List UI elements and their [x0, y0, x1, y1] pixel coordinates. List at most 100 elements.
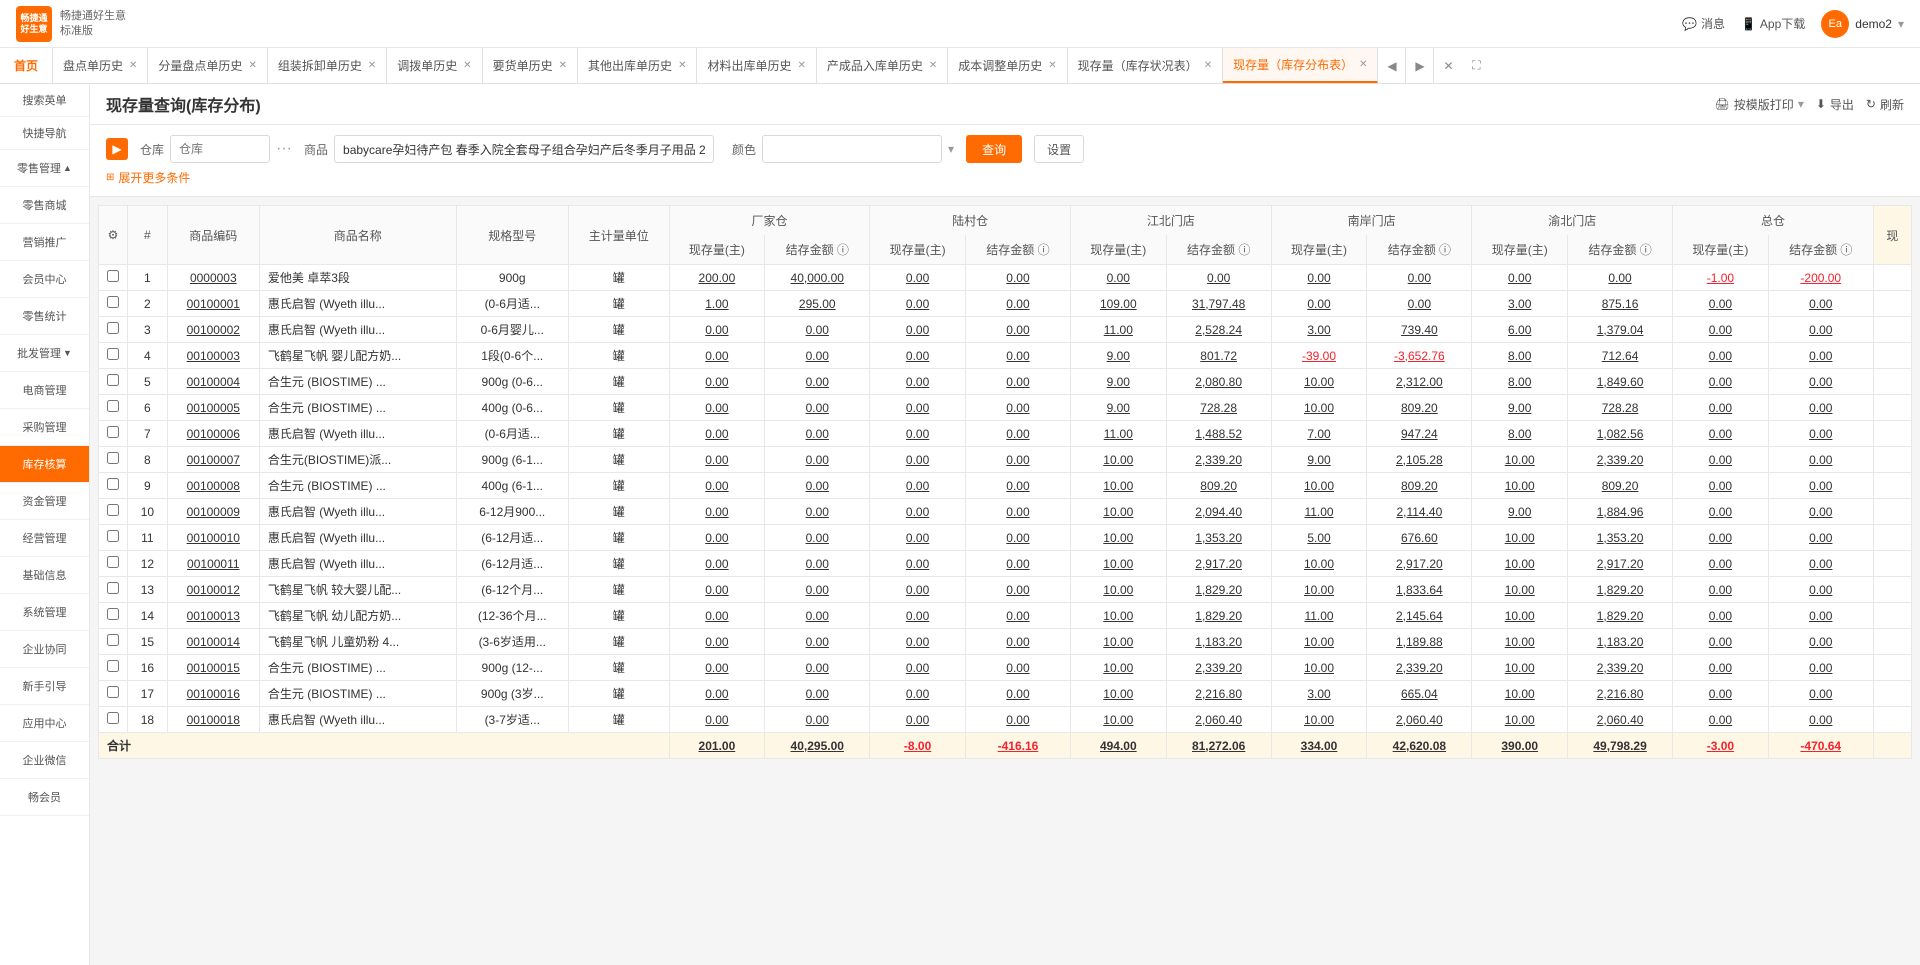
row-checkbox[interactable] [99, 525, 128, 551]
row-lc-qty[interactable]: 0.00 [870, 603, 966, 629]
row-checkbox[interactable] [99, 265, 128, 291]
row-code[interactable]: 00100012 [167, 577, 259, 603]
row-lc-qty[interactable]: 0.00 [870, 395, 966, 421]
row-checkbox[interactable] [99, 291, 128, 317]
row-checkbox[interactable] [99, 369, 128, 395]
footer-lc-qty[interactable]: -8.00 [870, 733, 966, 759]
row-jb-qty[interactable]: 10.00 [1071, 629, 1167, 655]
row-checkbox[interactable] [99, 421, 128, 447]
footer-jb-qty[interactable]: 494.00 [1071, 733, 1167, 759]
row-jb-qty[interactable]: 9.00 [1071, 343, 1167, 369]
row-yb-amt[interactable]: 2,216.80 [1567, 681, 1672, 707]
sidebar-item-quick-nav[interactable]: 快捷导航 [0, 117, 89, 150]
row-zc-amt[interactable]: 0.00 [1768, 421, 1873, 447]
row-code[interactable]: 00100006 [167, 421, 259, 447]
row-cj-qty[interactable]: 0.00 [669, 681, 765, 707]
tab-next-btn[interactable]: ▶ [1406, 48, 1434, 83]
row-na-amt[interactable]: 676.60 [1367, 525, 1472, 551]
tab-close-all-btn[interactable]: ✕ [1434, 48, 1462, 83]
color-dropdown-icon[interactable]: ▾ [948, 142, 954, 156]
tab-stock-status[interactable]: 现存量（库存状况表） ✕ [1068, 48, 1223, 83]
row-checkbox[interactable] [99, 499, 128, 525]
row-zc-amt[interactable]: 0.00 [1768, 629, 1873, 655]
row-jb-qty[interactable]: 10.00 [1071, 707, 1167, 733]
row-lc-amt[interactable]: 0.00 [965, 447, 1070, 473]
row-lc-qty[interactable]: 0.00 [870, 343, 966, 369]
row-yb-qty[interactable]: 10.00 [1472, 681, 1568, 707]
row-yb-qty[interactable]: 10.00 [1472, 525, 1568, 551]
row-yb-amt[interactable]: 728.28 [1567, 395, 1672, 421]
row-jb-amt[interactable]: 1,353.20 [1166, 525, 1271, 551]
sidebar-item-ecommerce[interactable]: 电商管理 [0, 372, 89, 409]
row-cj-qty[interactable]: 0.00 [669, 525, 765, 551]
message-btn[interactable]: 💬 消息 [1682, 15, 1725, 32]
row-lc-amt[interactable]: 0.00 [965, 291, 1070, 317]
row-lc-qty[interactable]: 0.00 [870, 291, 966, 317]
sidebar-item-inventory[interactable]: 库存核算 [0, 446, 89, 483]
row-na-amt[interactable]: 2,312.00 [1367, 369, 1472, 395]
row-lc-amt[interactable]: 0.00 [965, 317, 1070, 343]
row-yb-qty[interactable]: 10.00 [1472, 629, 1568, 655]
row-jb-qty[interactable]: 10.00 [1071, 603, 1167, 629]
row-yb-amt[interactable]: 1,183.20 [1567, 629, 1672, 655]
row-zc-amt[interactable]: 0.00 [1768, 291, 1873, 317]
row-na-qty[interactable]: 10.00 [1271, 395, 1367, 421]
row-na-qty[interactable]: 10.00 [1271, 369, 1367, 395]
footer-na-qty[interactable]: 334.00 [1271, 733, 1367, 759]
row-na-qty[interactable]: 10.00 [1271, 473, 1367, 499]
row-lc-qty[interactable]: 0.00 [870, 525, 966, 551]
row-zc-amt[interactable]: 0.00 [1768, 525, 1873, 551]
row-jb-qty[interactable]: 10.00 [1071, 655, 1167, 681]
row-zc-amt[interactable]: 0.00 [1768, 681, 1873, 707]
row-na-amt[interactable]: 2,917.20 [1367, 551, 1472, 577]
row-zc-amt[interactable]: 0.00 [1768, 551, 1873, 577]
row-cj-amt[interactable]: 0.00 [765, 681, 870, 707]
row-yb-amt[interactable]: 2,339.20 [1567, 447, 1672, 473]
row-checkbox[interactable] [99, 577, 128, 603]
row-cj-qty[interactable]: 0.00 [669, 369, 765, 395]
row-zc-qty[interactable]: 0.00 [1673, 603, 1769, 629]
row-cj-qty[interactable]: 0.00 [669, 317, 765, 343]
goods-input[interactable] [334, 135, 714, 163]
row-lc-qty[interactable]: 0.00 [870, 681, 966, 707]
row-zc-qty[interactable]: 0.00 [1673, 317, 1769, 343]
row-na-qty[interactable]: 5.00 [1271, 525, 1367, 551]
row-zc-qty[interactable]: 0.00 [1673, 525, 1769, 551]
row-checkbox[interactable] [99, 629, 128, 655]
row-checkbox[interactable] [99, 317, 128, 343]
row-cj-qty[interactable]: 0.00 [669, 447, 765, 473]
row-jb-amt[interactable]: 809.20 [1166, 473, 1271, 499]
row-na-qty[interactable]: 3.00 [1271, 681, 1367, 707]
row-yb-qty[interactable]: 10.00 [1472, 655, 1568, 681]
row-na-qty[interactable]: 0.00 [1271, 265, 1367, 291]
row-jb-amt[interactable]: 728.28 [1166, 395, 1271, 421]
row-cj-amt[interactable]: 0.00 [765, 551, 870, 577]
th-settings[interactable]: ⚙ [99, 206, 128, 265]
row-zc-qty[interactable]: 0.00 [1673, 655, 1769, 681]
row-na-amt[interactable]: 947.24 [1367, 421, 1472, 447]
row-yb-amt[interactable]: 809.20 [1567, 473, 1672, 499]
tab-material-outbound[interactable]: 材料出库单历史 ✕ [697, 48, 816, 83]
tab-close-btn[interactable]: ✕ [1359, 59, 1367, 70]
row-yb-qty[interactable]: 9.00 [1472, 395, 1568, 421]
row-zc-amt[interactable]: -200.00 [1768, 265, 1873, 291]
footer-jb-amt[interactable]: 81,272.06 [1166, 733, 1271, 759]
row-jb-amt[interactable]: 1,829.20 [1166, 577, 1271, 603]
row-na-amt[interactable]: 0.00 [1367, 265, 1472, 291]
row-na-amt[interactable]: -3,652.76 [1367, 343, 1472, 369]
row-jb-qty[interactable]: 10.00 [1071, 447, 1167, 473]
row-lc-amt[interactable]: 0.00 [965, 603, 1070, 629]
row-zc-qty[interactable]: 0.00 [1673, 473, 1769, 499]
row-na-amt[interactable]: 739.40 [1367, 317, 1472, 343]
row-yb-amt[interactable]: 1,849.60 [1567, 369, 1672, 395]
row-yb-amt[interactable]: 2,917.20 [1567, 551, 1672, 577]
row-cj-amt[interactable]: 0.00 [765, 369, 870, 395]
row-cj-amt[interactable]: 0.00 [765, 317, 870, 343]
tab-product-inbound[interactable]: 产成品入库单历史 ✕ [817, 48, 948, 83]
row-yb-amt[interactable]: 0.00 [1567, 265, 1672, 291]
row-zc-amt[interactable]: 0.00 [1768, 707, 1873, 733]
row-cj-amt[interactable]: 0.00 [765, 343, 870, 369]
row-lc-amt[interactable]: 0.00 [965, 629, 1070, 655]
row-yb-qty[interactable]: 8.00 [1472, 421, 1568, 447]
row-cj-amt[interactable]: 0.00 [765, 655, 870, 681]
